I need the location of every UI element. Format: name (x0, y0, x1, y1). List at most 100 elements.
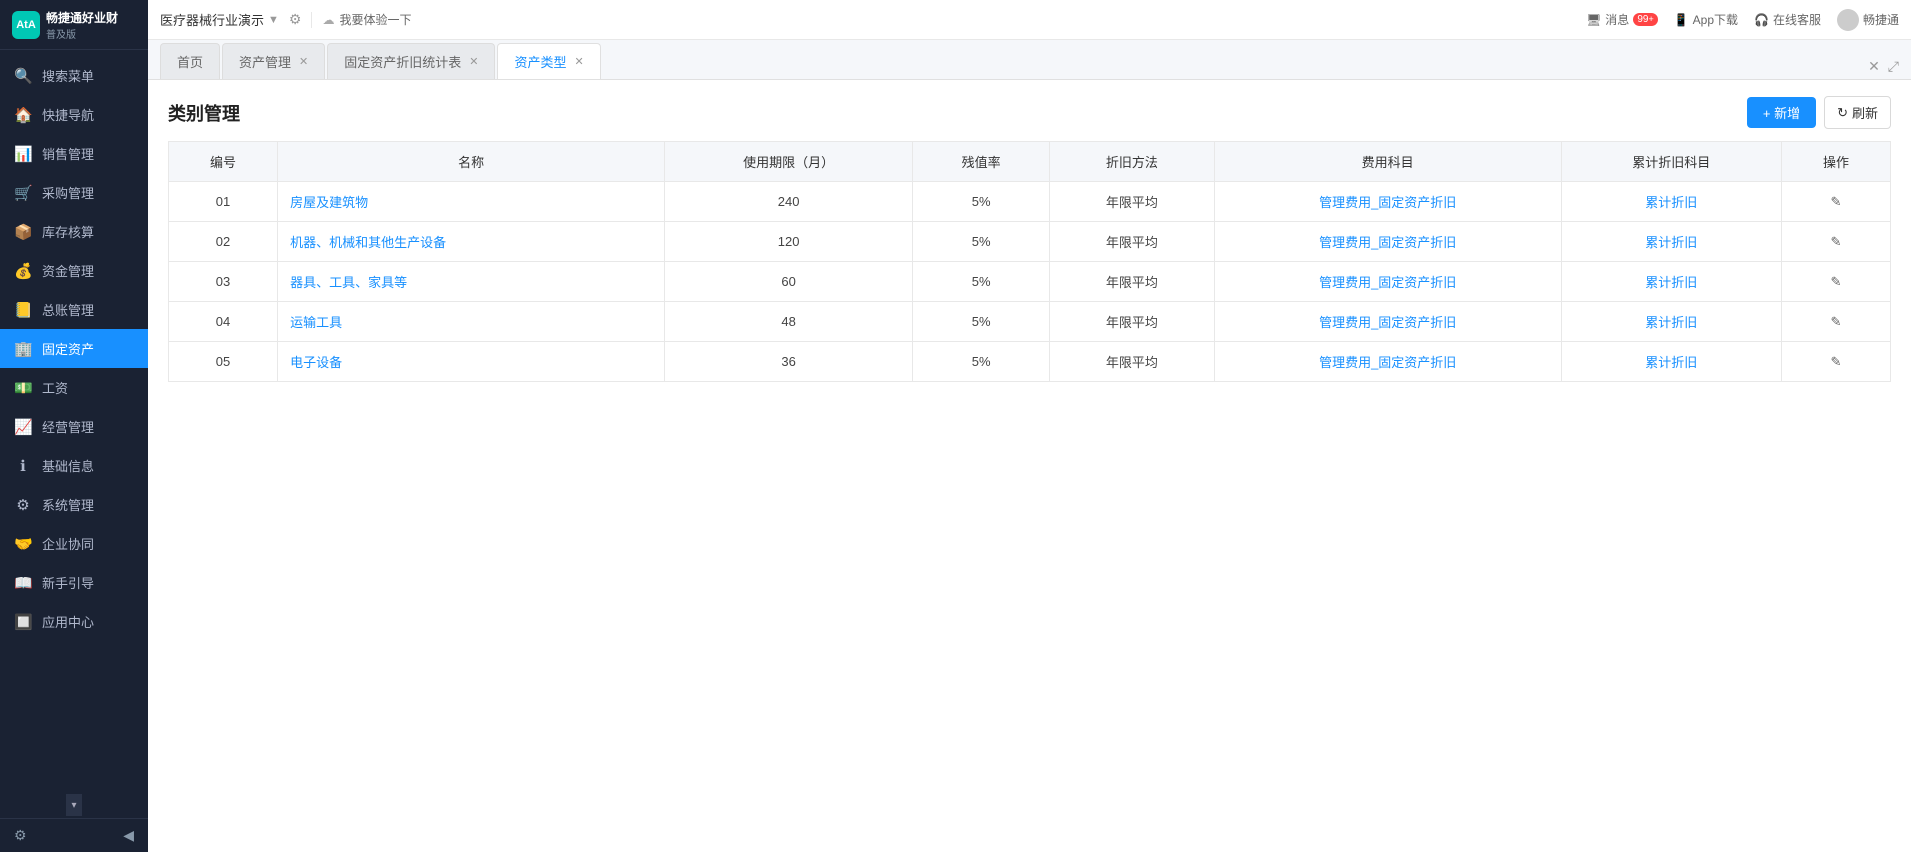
sidebar-item-inventory[interactable]: 📦库存核算 (0, 212, 148, 251)
edit-icon[interactable]: ✎ (1830, 274, 1841, 289)
cell-accum: 累计折旧 (1561, 302, 1781, 342)
cell-residual: 5% (913, 262, 1050, 302)
cell-accum: 累计折旧 (1561, 342, 1781, 382)
page-actions: + 新增 ↻ 刷新 (1747, 96, 1891, 129)
cell-expense: 管理费用_固定资产折旧 (1214, 222, 1561, 262)
cell-action[interactable]: ✎ (1781, 182, 1890, 222)
edit-icon[interactable]: ✎ (1830, 194, 1841, 209)
cell-action[interactable]: ✎ (1781, 342, 1890, 382)
cell-name: 器具、工具、家具等 (278, 262, 665, 302)
notifications-button[interactable]: 🖥 消息 99+ (1586, 11, 1658, 28)
tab-asset_type[interactable]: 资产类型✕ (497, 43, 600, 79)
sidebar-item-finance[interactable]: 💰资金管理 (0, 251, 148, 290)
sidebar-item-guide[interactable]: 📖新手引导 (0, 563, 148, 602)
settings-icon[interactable]: ⚙ (14, 827, 27, 844)
sidebar-item-base_info[interactable]: ℹ基础信息 (0, 446, 148, 485)
tab-depreciation_table[interactable]: 固定资产折旧统计表✕ (327, 43, 495, 79)
close-tab-asset_type-icon[interactable]: ✕ (575, 55, 584, 68)
sidebar-item-operations[interactable]: 📈经营管理 (0, 407, 148, 446)
user-menu[interactable]: 畅捷通 (1837, 9, 1899, 31)
sidebar-item-ledger[interactable]: 📒总账管理 (0, 290, 148, 329)
cell-action[interactable]: ✎ (1781, 302, 1890, 342)
app-download-label: App下载 (1693, 11, 1738, 28)
sidebar-scroll-down[interactable]: ▾ (66, 794, 82, 816)
sidebar-item-quick_nav[interactable]: 🏠快捷导航 (0, 95, 148, 134)
module-title-text: 医疗器械行业演示 (160, 10, 264, 29)
quick_nav-icon: 🏠 (14, 106, 32, 124)
cell-no: 01 (169, 182, 278, 222)
topbar-settings-icon[interactable]: ⚙ (289, 11, 302, 28)
sidebar-item-system[interactable]: ⚙系统管理 (0, 485, 148, 524)
cell-name: 电子设备 (278, 342, 665, 382)
username-label: 畅捷通 (1863, 11, 1899, 28)
notifications-label: 消息 (1605, 11, 1629, 28)
service-icon: 🎧 (1754, 13, 1769, 27)
apps-icon: 🔲 (14, 613, 32, 631)
col-header: 使用期限（月） (665, 142, 913, 182)
base_info-icon: ℹ (14, 457, 32, 475)
inventory-icon: 📦 (14, 223, 32, 241)
cell-expense: 管理费用_固定资产折旧 (1214, 262, 1561, 302)
online-service-label: 在线客服 (1773, 11, 1821, 28)
cell-action[interactable]: ✎ (1781, 222, 1890, 262)
cell-months: 36 (665, 342, 913, 382)
operations-icon: 📈 (14, 418, 32, 436)
module-title: 医疗器械行业演示 ▼ (160, 10, 279, 29)
system-icon: ⚙ (14, 496, 32, 514)
edit-icon[interactable]: ✎ (1830, 314, 1841, 329)
sidebar-item-apps[interactable]: 🔲应用中心 (0, 602, 148, 641)
table-header-row: 编号名称使用期限（月）残值率折旧方法费用科目累计折旧科目操作 (169, 142, 1891, 182)
close-tab-asset_mgmt-icon[interactable]: ✕ (299, 55, 308, 68)
edit-icon[interactable]: ✎ (1830, 354, 1841, 369)
dropdown-arrow-icon: ▼ (268, 14, 279, 26)
cell-residual: 5% (913, 342, 1050, 382)
search-icon: 🔍 (14, 67, 32, 85)
cell-residual: 5% (913, 182, 1050, 222)
ai-text: 我要体验一下 (339, 11, 411, 28)
sidebar-item-payroll[interactable]: 💵工资 (0, 368, 148, 407)
sidebar-item-fixed_assets[interactable]: 🏢固定资产 (0, 329, 148, 368)
refresh-button[interactable]: ↻ 刷新 (1824, 96, 1891, 129)
cell-accum: 累计折旧 (1561, 182, 1781, 222)
page-header: 类别管理 + 新增 ↻ 刷新 (148, 80, 1911, 141)
sidebar-logo: AtA 畅捷通好业财 普及版 (0, 0, 148, 50)
payroll-icon: 💵 (14, 379, 32, 397)
notification-icon: 🖥 (1586, 13, 1601, 27)
table-row: 03 器具、工具、家具等 60 5% 年限平均 管理费用_固定资产折旧 累计折旧… (169, 262, 1891, 302)
cell-months: 120 (665, 222, 913, 262)
col-header: 折旧方法 (1050, 142, 1215, 182)
col-header: 名称 (278, 142, 665, 182)
cell-months: 60 (665, 262, 913, 302)
sidebar-item-purchase[interactable]: 🛒采购管理 (0, 173, 148, 212)
sidebar-item-sales[interactable]: 📊销售管理 (0, 134, 148, 173)
sidebar-item-cooperation[interactable]: 🤝企业协同 (0, 524, 148, 563)
fixed_assets-icon: 🏢 (14, 340, 32, 358)
cooperation-icon: 🤝 (14, 535, 32, 553)
collapse-icon[interactable]: ◀ (123, 827, 134, 844)
expand-tab-icon[interactable]: ⤢ (1888, 58, 1899, 75)
topbar-right: 🖥 消息 99+ 📱 App下载 🎧 在线客服 畅捷通 (1586, 9, 1899, 31)
new-button[interactable]: + 新增 (1747, 97, 1816, 128)
assets-table: 编号名称使用期限（月）残值率折旧方法费用科目累计折旧科目操作 01 房屋及建筑物… (168, 141, 1891, 382)
topbar-ai-button[interactable]: ☁ 我要体验一下 (322, 11, 411, 28)
cell-method: 年限平均 (1050, 262, 1215, 302)
close-tab-icon[interactable]: ✕ (1868, 58, 1880, 75)
cell-months: 48 (665, 302, 913, 342)
topbar-divider (311, 12, 312, 28)
tab-home[interactable]: 首页 (160, 43, 220, 79)
app-download-button[interactable]: 📱 App下载 (1674, 11, 1738, 28)
sidebar-item-search[interactable]: 🔍搜索菜单 (0, 56, 148, 95)
cell-no: 05 (169, 342, 278, 382)
app-download-icon: 📱 (1674, 13, 1689, 27)
edit-icon[interactable]: ✎ (1830, 234, 1841, 249)
cell-name: 机器、机械和其他生产设备 (278, 222, 665, 262)
tab-asset_mgmt[interactable]: 资产管理✕ (222, 43, 325, 79)
main-area: 医疗器械行业演示 ▼ ⚙ ☁ 我要体验一下 🖥 消息 99+ 📱 App下载 🎧 (148, 0, 1911, 852)
cell-no: 03 (169, 262, 278, 302)
close-tab-depreciation_table-icon[interactable]: ✕ (469, 55, 478, 68)
page-content: 类别管理 + 新增 ↻ 刷新 编号名称使用期限（月）残值率折旧方法费用科目累计折… (148, 80, 1911, 852)
cell-action[interactable]: ✎ (1781, 262, 1890, 302)
sidebar-navigation: 🔍搜索菜单🏠快捷导航📊销售管理🛒采购管理📦库存核算💰资金管理📒总账管理🏢固定资产… (0, 50, 148, 792)
online-service-button[interactable]: 🎧 在线客服 (1754, 11, 1821, 28)
table-container: 编号名称使用期限（月）残值率折旧方法费用科目累计折旧科目操作 01 房屋及建筑物… (148, 141, 1911, 382)
